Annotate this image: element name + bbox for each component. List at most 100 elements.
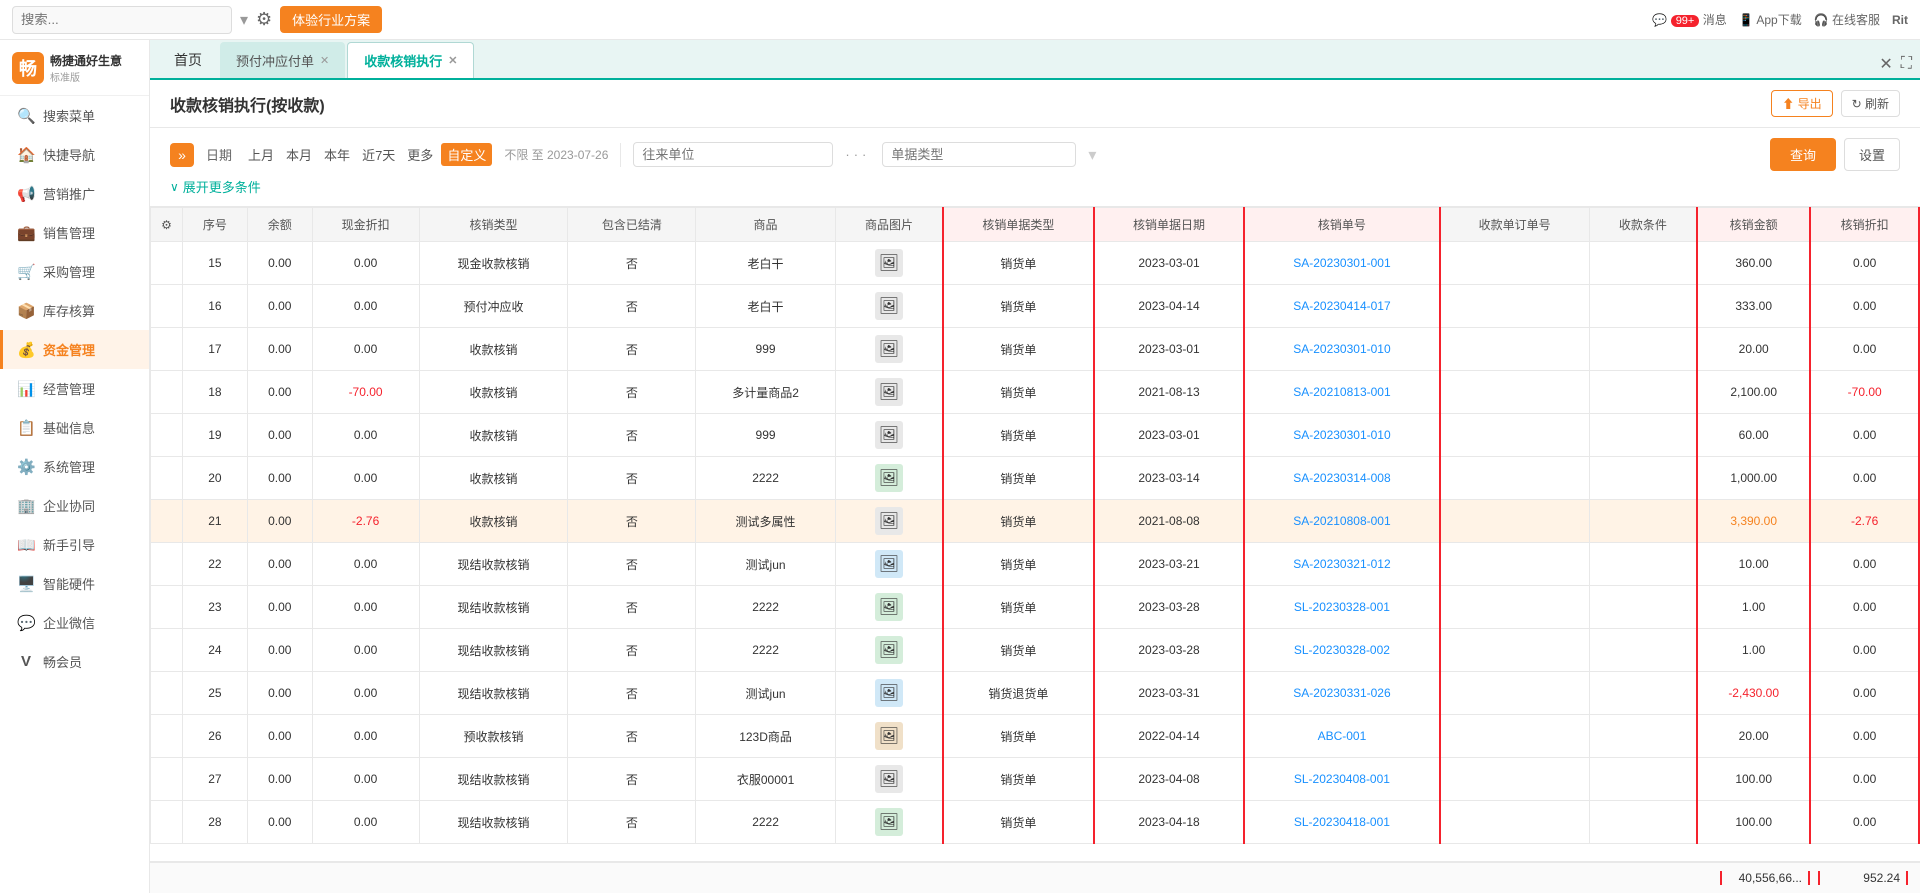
- sidebar-item-enterprise[interactable]: 🏢 企业协同: [0, 486, 149, 525]
- filter-toggle-btn[interactable]: »: [170, 143, 194, 167]
- cell-goods: 999: [696, 414, 836, 457]
- sidebar-item-hardware[interactable]: 🖥️ 智能硬件: [0, 564, 149, 603]
- date-btn-7days[interactable]: 近7天: [358, 143, 399, 166]
- cell-receipt-condition: [1589, 414, 1697, 457]
- partner-filter[interactable]: [633, 142, 833, 167]
- sidebar-item-operation[interactable]: 📊 经营管理: [0, 369, 149, 408]
- app-download[interactable]: 📱 App下载: [1739, 11, 1802, 28]
- cell-write-off-amount: 360.00: [1697, 242, 1810, 285]
- cell-receipt-condition: [1589, 543, 1697, 586]
- write-off-no-link[interactable]: SL-20230328-001: [1294, 600, 1390, 614]
- solution-btn[interactable]: 体验行业方案: [280, 6, 382, 33]
- sidebar-item-purchase[interactable]: 🛒 采购管理: [0, 252, 149, 291]
- export-btn[interactable]: ⬆ 导出: [1771, 90, 1832, 117]
- cell-receipt-order-no: [1440, 371, 1590, 414]
- date-btn-this-year[interactable]: 本年: [320, 143, 354, 166]
- sidebar-item-base[interactable]: 📋 基础信息: [0, 408, 149, 447]
- table-area[interactable]: ⚙ 序号 余额 现金折扣 核销类型 包含已结清 商品 商品图片 核销单据类型 核…: [150, 207, 1920, 861]
- write-off-no-link[interactable]: SA-20230301-010: [1293, 428, 1390, 442]
- sidebar-item-vip[interactable]: V 畅会员: [0, 642, 149, 681]
- cell-write-off-amount: 1.00: [1697, 629, 1810, 672]
- system-icon: ⚙️: [17, 458, 35, 476]
- date-btn-custom[interactable]: 自定义: [441, 143, 492, 166]
- write-off-no-link[interactable]: SL-20230418-001: [1294, 815, 1390, 829]
- write-off-no-link[interactable]: SA-20230414-017: [1293, 299, 1390, 313]
- expand-more[interactable]: ∨ 展开更多条件: [170, 177, 1900, 196]
- tab-close-btn[interactable]: ✕: [1879, 54, 1892, 74]
- cell-balance: 0.00: [247, 715, 312, 758]
- write-off-no-link[interactable]: SA-20230314-008: [1293, 471, 1390, 485]
- cell-write-off-type: 预收款核销: [419, 715, 568, 758]
- sidebar-item-finance[interactable]: 💰 资金管理: [0, 330, 149, 369]
- tab-expand-btn[interactable]: ⛶: [1901, 55, 1912, 73]
- sidebar-item-guide[interactable]: 📖 新手引导: [0, 525, 149, 564]
- cell-cash-discount: 0.00: [312, 285, 419, 328]
- cell-write-off-type: 收款核销: [419, 457, 568, 500]
- tab-prepay[interactable]: 预付冲应付单 ✕: [220, 42, 345, 78]
- tab-home[interactable]: 首页: [158, 42, 218, 78]
- write-off-no-link[interactable]: SA-20210808-001: [1293, 514, 1390, 528]
- write-off-no-link[interactable]: SA-20230331-026: [1293, 686, 1390, 700]
- bill-type-filter[interactable]: [882, 142, 1076, 167]
- refresh-btn[interactable]: ↻ 刷新: [1841, 90, 1900, 117]
- write-off-no-link[interactable]: SA-20230321-012: [1293, 557, 1390, 571]
- cell-write-off-amount: 60.00: [1697, 414, 1810, 457]
- sidebar-item-search[interactable]: 🔍 搜索菜单: [0, 96, 149, 135]
- write-off-no-link[interactable]: SA-20230301-001: [1293, 256, 1390, 270]
- settings-filter-btn[interactable]: 设置: [1844, 138, 1900, 171]
- cell-write-off-date: 2023-03-14: [1094, 457, 1245, 500]
- query-btn[interactable]: 查询: [1770, 138, 1836, 171]
- cell-goods: 2222: [696, 801, 836, 844]
- table-footer: 40,556,66... 952.24: [150, 861, 1920, 893]
- sidebar-item-inventory[interactable]: 📦 库存核算: [0, 291, 149, 330]
- write-off-no-link[interactable]: SL-20230408-001: [1294, 772, 1390, 786]
- sidebar-item-system[interactable]: ⚙️ 系统管理: [0, 447, 149, 486]
- date-btn-more[interactable]: 更多: [403, 143, 437, 166]
- online-service[interactable]: 🎧 在线客服: [1814, 11, 1880, 28]
- write-off-no-link[interactable]: SA-20210813-001: [1293, 385, 1390, 399]
- sidebar-item-marketing[interactable]: 📢 营销推广: [0, 174, 149, 213]
- cell-write-off-bill-type: 销货单: [943, 586, 1094, 629]
- user-label[interactable]: Rit: [1892, 13, 1908, 27]
- cell-write-off-bill-type: 销货单: [943, 500, 1094, 543]
- cell-receipt-order-no: [1440, 672, 1590, 715]
- col-gear[interactable]: ⚙: [151, 208, 183, 242]
- sidebar-item-wechat[interactable]: 💬 企业微信: [0, 603, 149, 642]
- cell-write-off-type: 收款核销: [419, 500, 568, 543]
- message-area[interactable]: 💬 99+ 消息: [1652, 11, 1726, 28]
- write-off-no-link[interactable]: ABC-001: [1318, 729, 1367, 743]
- date-btn-this-month[interactable]: 本月: [282, 143, 316, 166]
- settings-icon[interactable]: ⚙: [256, 9, 272, 30]
- bill-type-dropdown-icon[interactable]: ▾: [1088, 145, 1096, 165]
- cell-receipt-condition: [1589, 371, 1697, 414]
- cell-include-settled: 否: [568, 543, 696, 586]
- sidebar-item-sales[interactable]: 💼 销售管理: [0, 213, 149, 252]
- cell-write-off-date: 2023-03-28: [1094, 586, 1245, 629]
- tab-collection-close[interactable]: ✕: [448, 54, 457, 67]
- top-search-input[interactable]: [12, 6, 232, 34]
- cell-gear: [151, 586, 183, 629]
- date-btn-last-month[interactable]: 上月: [244, 143, 278, 166]
- cell-cash-discount: 0.00: [312, 543, 419, 586]
- cell-receipt-order-no: [1440, 500, 1590, 543]
- cell-write-off-amount: 2,100.00: [1697, 371, 1810, 414]
- cell-goods-img: 🖼: [835, 285, 943, 328]
- cell-receipt-condition: [1589, 758, 1697, 801]
- cell-include-settled: 否: [568, 801, 696, 844]
- cell-receipt-order-no: [1440, 457, 1590, 500]
- cell-seq: 28: [183, 801, 248, 844]
- cell-write-off-no: SA-20230301-001: [1244, 242, 1439, 285]
- col-include-settled: 包含已结清: [568, 208, 696, 242]
- cell-write-off-type: 预付冲应收: [419, 285, 568, 328]
- tab-collection[interactable]: 收款核销执行 ✕: [347, 42, 474, 78]
- dropdown-icon[interactable]: ▾: [240, 10, 248, 30]
- cell-balance: 0.00: [247, 543, 312, 586]
- logo-icon: 畅: [12, 52, 44, 84]
- tab-prepay-close[interactable]: ✕: [320, 54, 329, 67]
- cell-cash-discount: 0.00: [312, 758, 419, 801]
- write-off-no-link[interactable]: SL-20230328-002: [1294, 643, 1390, 657]
- write-off-no-link[interactable]: SA-20230301-010: [1293, 342, 1390, 356]
- cell-goods: 测试jun: [696, 672, 836, 715]
- sidebar-item-nav[interactable]: 🏠 快捷导航: [0, 135, 149, 174]
- cell-write-off-date: 2023-04-14: [1094, 285, 1245, 328]
